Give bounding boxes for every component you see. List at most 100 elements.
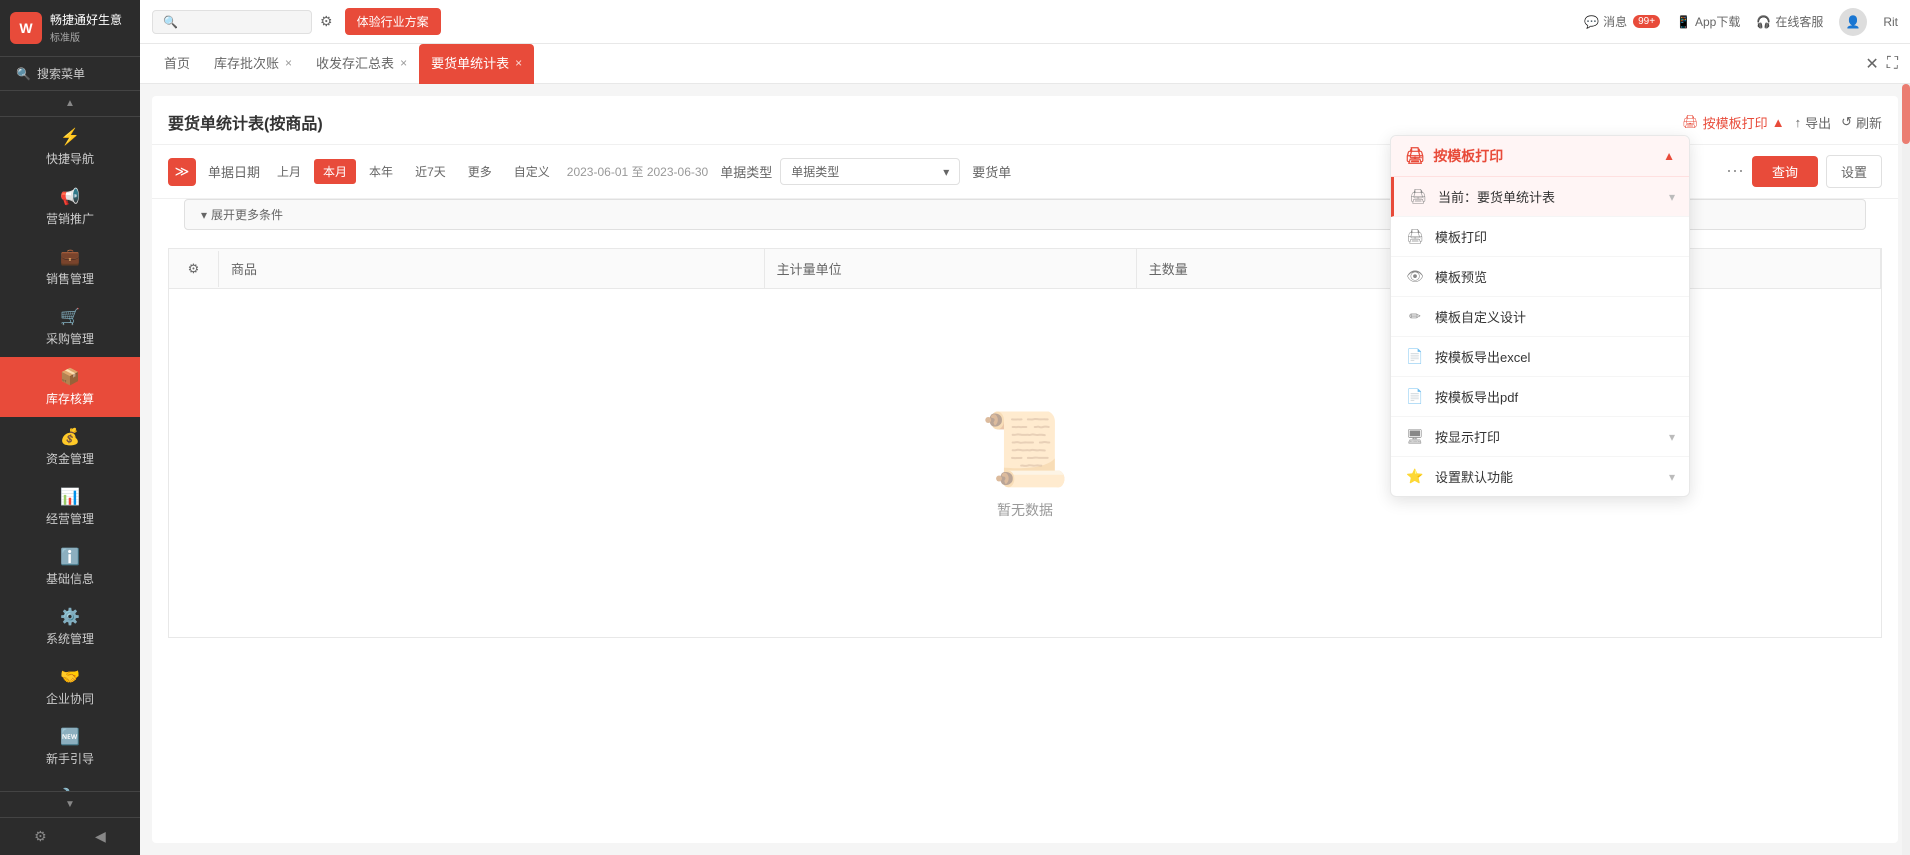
dropdown-template-print[interactable]: 🖨 模板打印 <box>1391 217 1689 257</box>
dropdown-title: 按模板打印 <box>1433 146 1503 166</box>
purchase-icon: 🛒 <box>60 307 80 327</box>
print-template-label: 按模板打印 <box>1703 113 1768 132</box>
settings-footer-icon[interactable]: ⚙ <box>34 828 47 845</box>
topbar: 🔍 ⚙ 体验行业方案 💬 消息 99+ 📱 App下载 🎧 在线客服 👤 Rit <box>140 0 1910 44</box>
export-icon: ↑ <box>1795 115 1802 130</box>
date-filter-label: 单据日期 <box>208 162 260 181</box>
sidebar-item-label: 销售管理 <box>46 270 94 287</box>
sidebar-search[interactable]: 🔍 搜索菜单 <box>0 57 140 91</box>
trial-btn[interactable]: 体验行业方案 <box>345 8 441 35</box>
tab-receipt-summary-label: 收发存汇总表 <box>316 53 394 72</box>
app-download-btn[interactable]: 📱 App下载 <box>1676 13 1740 30</box>
collapse-icon[interactable]: ◀ <box>95 828 106 845</box>
search-icon: 🔍 <box>16 67 31 81</box>
dropdown-export-excel[interactable]: 📄 按模板导出excel <box>1391 337 1689 377</box>
sidebar-item-appstore[interactable]: 🔧 应用中心 <box>0 777 140 791</box>
tab-expand-btn[interactable]: ⛶ <box>1887 55 1898 73</box>
sidebar-item-label: 快捷导航 <box>46 150 94 167</box>
curr-year-btn[interactable]: 本年 <box>360 159 402 184</box>
export-excel-icon: 📄 <box>1405 348 1425 365</box>
template-print-label: 模板打印 <box>1435 227 1487 246</box>
th-settings[interactable]: ⚙ <box>169 251 219 287</box>
sidebar-item-finance[interactable]: 💰 资金管理 <box>0 417 140 477</box>
topbar-search-input[interactable] <box>178 15 298 29</box>
scrollbar-thumb[interactable] <box>1902 84 1910 144</box>
filter-actions: ⋯ 查询 设置 <box>1726 155 1882 188</box>
requisition-filter-group: 要货单 <box>972 162 1011 181</box>
last7days-btn[interactable]: 近7天 <box>406 159 455 184</box>
curr-month-btn[interactable]: 本月 <box>314 159 356 184</box>
refresh-btn[interactable]: ↺ 刷新 <box>1841 113 1882 132</box>
export-label: 导出 <box>1805 113 1831 132</box>
sidebar-item-purchase[interactable]: 🛒 采购管理 <box>0 297 140 357</box>
tab-receipt-summary[interactable]: 收发存汇总表 × <box>304 44 419 84</box>
app-edition: 标准版 <box>50 29 122 44</box>
default-func-left: ⭐ 设置默认功能 <box>1405 467 1513 486</box>
sidebar-item-basic[interactable]: ℹ️ 基础信息 <box>0 537 140 597</box>
dropdown-default-func[interactable]: ⭐ 设置默认功能 ▾ <box>1391 457 1689 496</box>
filter-expand-icon[interactable]: ≫ <box>168 158 196 186</box>
scroll-up-btn[interactable]: ▲ <box>61 94 79 113</box>
more-date-btn[interactable]: 更多 <box>459 159 501 184</box>
display-print-arrow: ▾ <box>1669 430 1675 444</box>
online-service-btn[interactable]: 🎧 在线客服 <box>1756 13 1823 30</box>
tab-inventory-batch[interactable]: 库存批次账 × <box>202 44 304 84</box>
query-btn[interactable]: 查询 <box>1752 156 1818 187</box>
expand-more-label: 展开更多条件 <box>211 206 283 223</box>
doctype-value: 单据类型 <box>791 163 839 180</box>
finance-icon: 💰 <box>60 427 80 447</box>
dropdown-template-preview[interactable]: 👁 模板预览 <box>1391 257 1689 297</box>
doctype-select[interactable]: 单据类型 ▾ <box>780 158 960 185</box>
settings-btn[interactable]: 设置 <box>1826 155 1882 188</box>
dropdown-display-print[interactable]: 🖥 按显示打印 ▾ <box>1391 417 1689 457</box>
th-goods: 商品 <box>219 249 765 288</box>
dropdown-template-design[interactable]: ✏ 模板自定义设计 <box>1391 297 1689 337</box>
message-btn[interactable]: 💬 消息 99+ <box>1584 13 1660 30</box>
print-template-btn[interactable]: 🖨 按模板打印 ▲ <box>1682 113 1784 132</box>
dropdown-header[interactable]: 🖨 按模板打印 ▲ <box>1391 136 1689 177</box>
refresh-label: 刷新 <box>1856 113 1882 132</box>
sidebar-item-label: 库存核算 <box>46 390 94 407</box>
prev-month-btn[interactable]: 上月 <box>268 159 310 184</box>
refresh-icon: ↺ <box>1841 114 1852 130</box>
avatar[interactable]: 👤 <box>1839 8 1867 36</box>
sidebar-item-inventory[interactable]: 📦 库存核算 <box>0 357 140 417</box>
tab-home-label: 首页 <box>164 53 190 72</box>
tab-close-all-btn[interactable]: ✕ <box>1865 54 1878 74</box>
sidebar-item-operations[interactable]: 📊 经营管理 <box>0 477 140 537</box>
settings-gear-icon[interactable]: ⚙ <box>320 13 333 30</box>
scroll-down-btn[interactable]: ▼ <box>61 795 79 814</box>
quick-nav-icon: ⚡ <box>60 127 80 147</box>
current-template-icon: 🖨 <box>1408 188 1428 205</box>
filter-more-icon[interactable]: ⋯ <box>1726 161 1744 182</box>
tab-requisition-stats[interactable]: 要货单统计表 × <box>419 44 534 84</box>
sidebar-item-system[interactable]: ⚙️ 系统管理 <box>0 597 140 657</box>
default-func-icon: ⭐ <box>1405 468 1425 485</box>
sidebar-logo: W 畅捷通好生意 标准版 <box>0 0 140 57</box>
sidebar-item-marketing[interactable]: 📢 营销推广 <box>0 177 140 237</box>
sidebar-item-guide[interactable]: 🆕 新手引导 <box>0 717 140 777</box>
sidebar-item-quick-nav[interactable]: ⚡ 快捷导航 <box>0 117 140 177</box>
date-filter-group: 单据日期 上月 本月 本年 近7天 更多 自定义 2023-06-01 至 20… <box>208 159 708 184</box>
tab-requisition-stats-close[interactable]: × <box>515 56 522 70</box>
dropdown-current-template[interactable]: 🖨 当前：要货单统计表 ▾ <box>1391 177 1689 217</box>
tab-home[interactable]: 首页 <box>152 44 202 84</box>
sidebar-item-label: 采购管理 <box>46 330 94 347</box>
tab-receipt-summary-close[interactable]: × <box>400 56 407 70</box>
tab-inventory-batch-close[interactable]: × <box>285 56 292 70</box>
date-range-display: 2023-06-01 至 2023-06-30 <box>567 163 708 180</box>
dropdown-collapse-icon[interactable]: ▲ <box>1663 149 1675 163</box>
app-name: 畅捷通好生意 <box>50 12 122 29</box>
date-buttons: 上月 本月 本年 近7天 更多 自定义 <box>268 159 559 184</box>
display-print-label: 按显示打印 <box>1435 427 1500 446</box>
template-print-icon: 🖨 <box>1405 228 1425 245</box>
sidebar-item-sales[interactable]: 💼 销售管理 <box>0 237 140 297</box>
custom-date-btn[interactable]: 自定义 <box>505 159 559 184</box>
export-btn[interactable]: ↑ 导出 <box>1795 113 1832 132</box>
page-title: 要货单统计表(按商品) <box>168 110 323 134</box>
dropdown-export-pdf[interactable]: 📄 按模板导出pdf <box>1391 377 1689 417</box>
topbar-search-box[interactable]: 🔍 <box>152 10 312 34</box>
display-print-left: 🖥 按显示打印 <box>1405 427 1500 446</box>
sidebar-item-collab[interactable]: 🤝 企业协同 <box>0 657 140 717</box>
print-arrow-icon: ▲ <box>1772 115 1785 130</box>
